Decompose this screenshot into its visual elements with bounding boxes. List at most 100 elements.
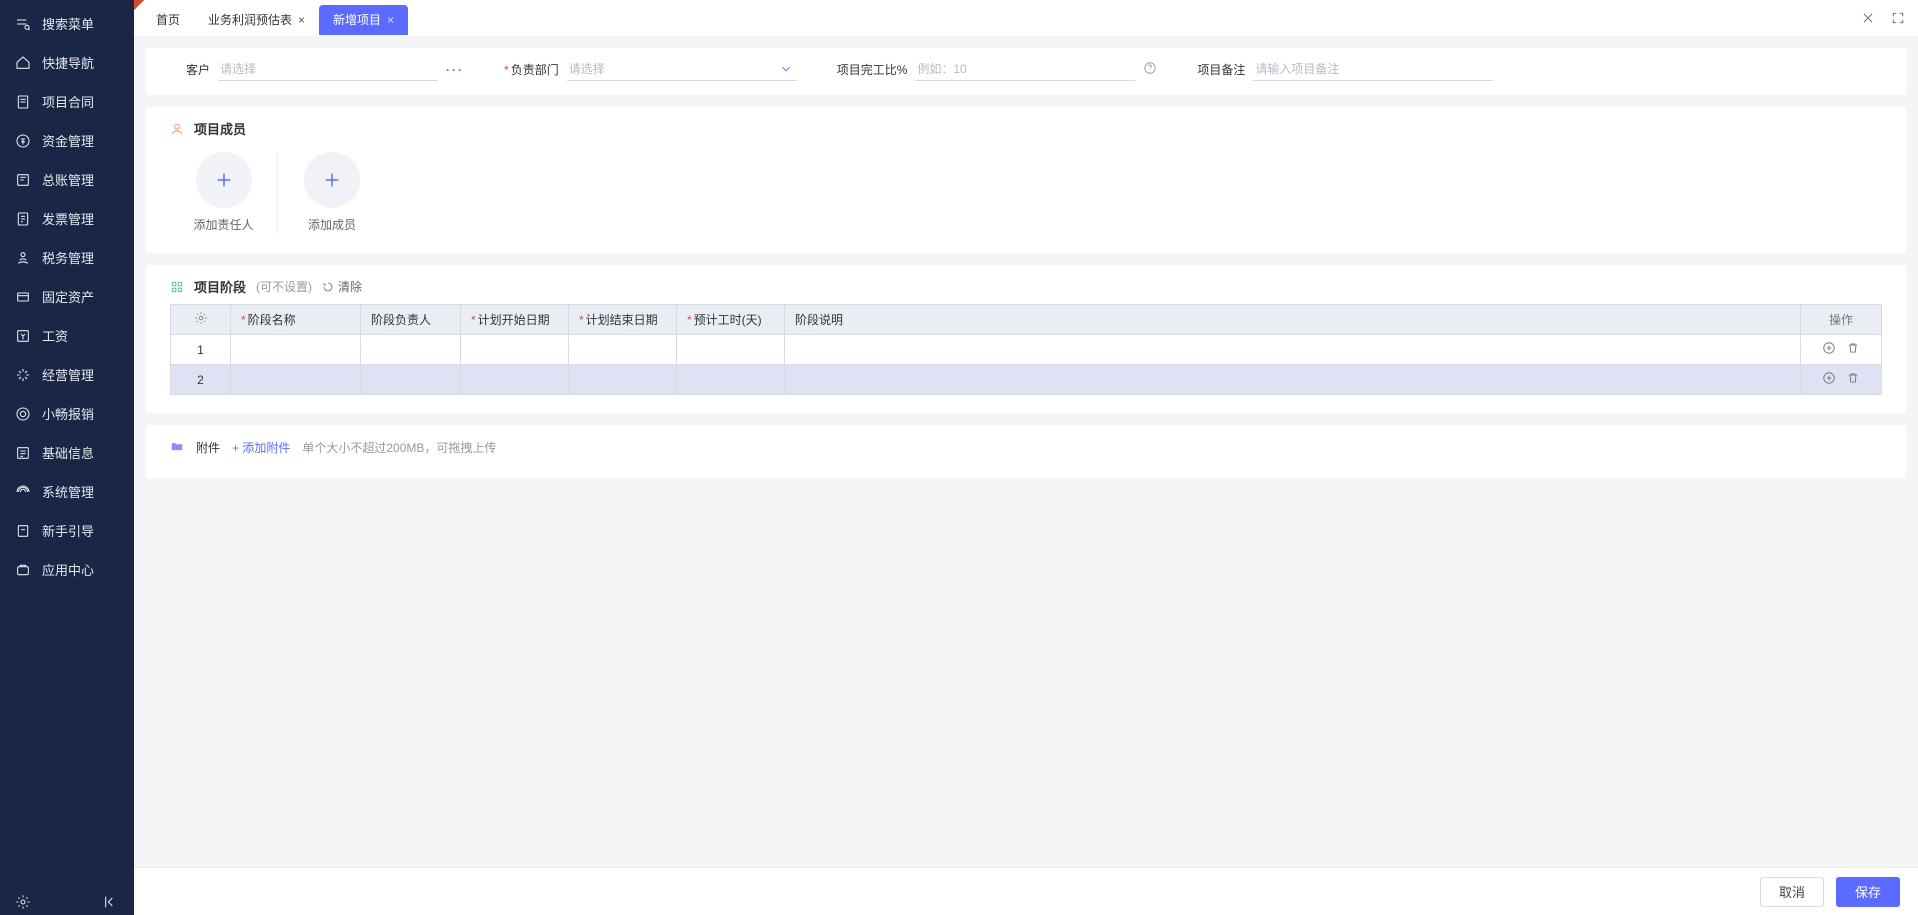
tab-label: 新增项目 <box>333 11 381 28</box>
fullscreen-icon[interactable] <box>1890 10 1906 26</box>
sidebar-item-project-contract[interactable]: 项目合同 <box>0 82 134 121</box>
sidebar: 搜索菜单 快捷导航 项目合同 资金管理 总账管理 <box>0 0 134 915</box>
more-icon[interactable]: ··· <box>446 63 464 77</box>
cell-end[interactable] <box>569 335 677 364</box>
field-label-text: 负责部门 <box>511 63 559 77</box>
field-label: 项目完工比% <box>837 61 908 78</box>
field-remark: 项目备注 <box>1197 58 1493 81</box>
header-owner: 阶段负责人 <box>361 305 461 334</box>
add-member-block: 添加成员 <box>278 152 386 233</box>
table-row[interactable]: 1 <box>171 334 1881 364</box>
tab-new-project[interactable]: 新增项目 × <box>319 5 408 35</box>
add-owner-button[interactable] <box>196 152 252 208</box>
cell-desc[interactable] <box>785 365 1801 394</box>
sidebar-item-label: 小畅报销 <box>42 404 94 423</box>
table-row[interactable]: 2 <box>171 364 1881 394</box>
content-scroll[interactable]: 客户 ··· *负责部门 项目完工比% <box>134 36 1918 915</box>
tax-icon <box>14 249 32 267</box>
invoice-icon <box>14 210 32 228</box>
document-icon <box>14 93 32 111</box>
add-row-icon[interactable] <box>1822 371 1836 388</box>
operate-icon <box>14 366 32 384</box>
table-header-row: *阶段名称 阶段负责人 *计划开始日期 *计划结束日期 *预计工时(天) 阶段说… <box>171 305 1881 334</box>
collapse-sidebar-icon[interactable] <box>102 893 120 911</box>
cell-hours[interactable] <box>677 365 785 394</box>
sidebar-item-label: 快捷导航 <box>42 53 94 72</box>
cell-hours[interactable] <box>677 335 785 364</box>
add-attachment-button[interactable]: + 添加附件 <box>232 439 290 456</box>
sidebar-item-label: 系统管理 <box>42 482 94 501</box>
close-icon[interactable]: × <box>387 13 394 27</box>
dept-select[interactable] <box>567 58 797 81</box>
settings-icon[interactable] <box>14 893 32 911</box>
reimburse-icon <box>14 405 32 423</box>
field-label: *负责部门 <box>504 61 559 78</box>
row-index: 2 <box>171 365 231 394</box>
close-icon[interactable]: × <box>298 13 305 27</box>
field-label: 项目备注 <box>1197 61 1245 78</box>
section-title: 附件 <box>196 439 220 456</box>
add-member-button[interactable] <box>304 152 360 208</box>
cell-end[interactable] <box>569 365 677 394</box>
save-button[interactable]: 保存 <box>1836 877 1900 907</box>
sidebar-items: 搜索菜单 快捷导航 项目合同 资金管理 总账管理 <box>0 0 134 885</box>
sidebar-item-label: 税务管理 <box>42 248 94 267</box>
sidebar-item-apps[interactable]: 应用中心 <box>0 550 134 589</box>
sidebar-item-operations[interactable]: 经营管理 <box>0 355 134 394</box>
add-member-label: 添加成员 <box>308 216 356 233</box>
delete-row-icon[interactable] <box>1846 341 1860 358</box>
sidebar-item-search-menu[interactable]: 搜索菜单 <box>0 4 134 43</box>
add-row-icon[interactable] <box>1822 341 1836 358</box>
tab-home[interactable]: 首页 <box>142 5 194 35</box>
help-icon[interactable] <box>1143 61 1157 78</box>
user-icon <box>170 122 184 136</box>
customer-input[interactable] <box>218 58 438 81</box>
sidebar-item-label: 基础信息 <box>42 443 94 462</box>
row-index: 1 <box>171 335 231 364</box>
cell-start[interactable] <box>461 365 569 394</box>
sidebar-item-label: 项目合同 <box>42 92 94 111</box>
progress-input[interactable] <box>915 58 1135 81</box>
sidebar-item-basic-info[interactable]: 基础信息 <box>0 433 134 472</box>
sidebar-item-system[interactable]: 系统管理 <box>0 472 134 511</box>
sidebar-item-fixed-asset[interactable]: 固定资产 <box>0 277 134 316</box>
remark-input[interactable] <box>1253 58 1493 81</box>
sidebar-item-tax[interactable]: 税务管理 <box>0 238 134 277</box>
sidebar-item-salary[interactable]: 工资 <box>0 316 134 355</box>
tab-profit-estimate[interactable]: 业务利润预估表 × <box>194 5 319 35</box>
section-stages-head: 项目阶段 (可不设置) 清除 <box>146 265 1906 304</box>
cell-desc[interactable] <box>785 335 1801 364</box>
sidebar-bottom <box>0 885 134 915</box>
cell-start[interactable] <box>461 335 569 364</box>
members-row: 添加责任人 添加成员 <box>146 146 1906 253</box>
optional-note: (可不设置) <box>256 278 312 295</box>
sidebar-item-quick-nav[interactable]: 快捷导航 <box>0 43 134 82</box>
header-gear[interactable] <box>171 305 231 334</box>
dialog-footer: 取消 保存 <box>134 867 1918 915</box>
clear-stages-button[interactable]: 清除 <box>322 278 362 295</box>
section-members-head: 项目成员 <box>146 107 1906 146</box>
tab-label: 首页 <box>156 11 180 28</box>
system-icon <box>14 483 32 501</box>
delete-row-icon[interactable] <box>1846 371 1860 388</box>
sidebar-item-label: 新手引导 <box>42 521 94 540</box>
header-text: 预计工时(天) <box>694 311 762 328</box>
sidebar-item-label: 工资 <box>42 326 68 345</box>
sidebar-item-label: 应用中心 <box>42 560 94 579</box>
cell-name[interactable] <box>231 365 361 394</box>
cancel-button[interactable]: 取消 <box>1760 877 1824 907</box>
close-panel-icon[interactable] <box>1860 10 1876 26</box>
cell-ops <box>1801 365 1881 394</box>
cell-name[interactable] <box>231 335 361 364</box>
sidebar-item-general-ledger[interactable]: 总账管理 <box>0 160 134 199</box>
cell-owner[interactable] <box>361 365 461 394</box>
sidebar-item-invoice[interactable]: 发票管理 <box>0 199 134 238</box>
sidebar-item-reimburse[interactable]: 小畅报销 <box>0 394 134 433</box>
sidebar-item-funds[interactable]: 资金管理 <box>0 121 134 160</box>
info-icon <box>14 444 32 462</box>
sidebar-item-guide[interactable]: 新手引导 <box>0 511 134 550</box>
header-name: *阶段名称 <box>231 305 361 334</box>
header-text: 操作 <box>1829 311 1853 328</box>
header-text: 阶段名称 <box>248 311 296 328</box>
cell-owner[interactable] <box>361 335 461 364</box>
